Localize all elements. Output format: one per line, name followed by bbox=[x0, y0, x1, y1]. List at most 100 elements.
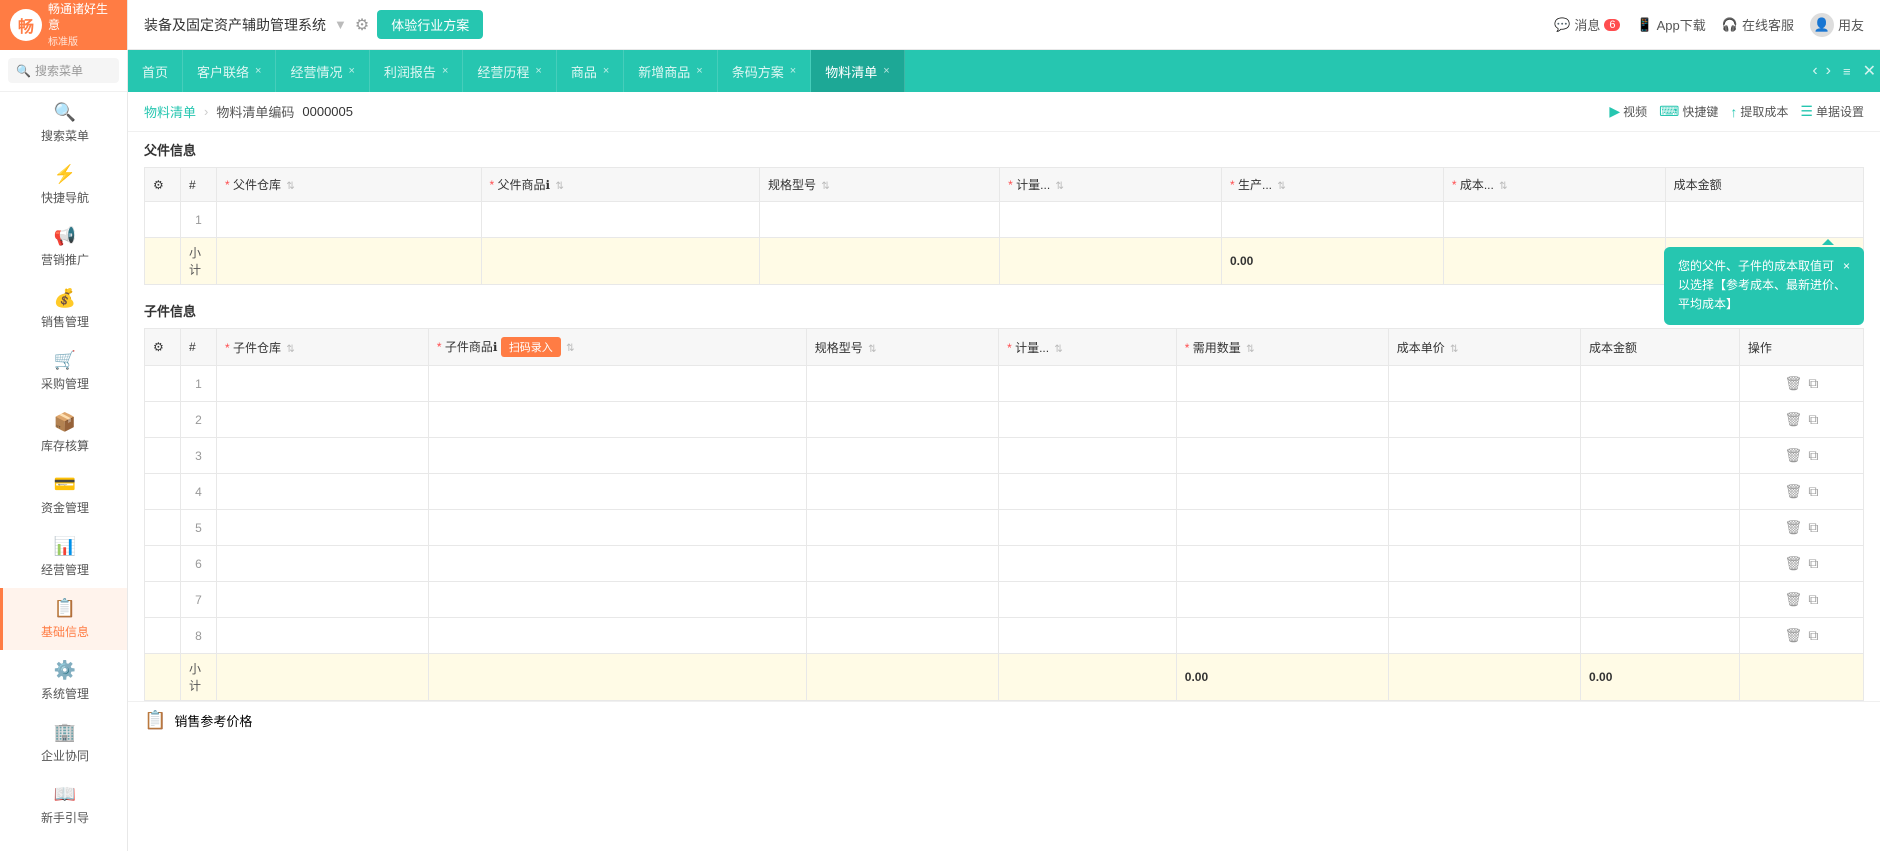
child-row-3-unit-price[interactable] bbox=[1388, 438, 1580, 474]
copy-icon-1[interactable]: ⧉ bbox=[1808, 375, 1818, 392]
copy-icon-3[interactable]: ⧉ bbox=[1808, 447, 1818, 464]
nav-tab-customer[interactable]: 客户联络 × bbox=[183, 50, 276, 92]
child-row-2-unit[interactable] bbox=[999, 402, 1177, 438]
child-row-7-unit-price[interactable] bbox=[1388, 582, 1580, 618]
child-row-1-warehouse[interactable] bbox=[217, 366, 429, 402]
breadcrumb-parent[interactable]: 物料清单 bbox=[144, 102, 196, 121]
nav-tab-close-customer[interactable]: × bbox=[255, 65, 261, 77]
child-row-3-qty[interactable] bbox=[1176, 438, 1388, 474]
gear-icon[interactable]: ⚙ bbox=[355, 15, 369, 35]
child-row-5-goods[interactable] bbox=[428, 510, 806, 546]
parent-row-1-goods[interactable] bbox=[481, 202, 759, 238]
parent-col-settings[interactable]: ⚙ bbox=[145, 168, 181, 202]
sidebar-item-finance[interactable]: 💳资金管理 bbox=[0, 464, 127, 526]
toolbar-single-setting[interactable]: ☰ 单据设置 bbox=[1800, 103, 1864, 120]
nav-tab-profit-report[interactable]: 利润报告 × bbox=[370, 50, 463, 92]
tooltip-close-button[interactable]: × bbox=[1843, 257, 1850, 276]
nav-tab-close-operation-status[interactable]: × bbox=[348, 65, 354, 77]
nav-tab-operation-history[interactable]: 经营历程 × bbox=[463, 50, 556, 92]
delete-icon-7[interactable]: 🗑 bbox=[1785, 591, 1803, 608]
copy-icon-7[interactable]: ⧉ bbox=[1808, 591, 1818, 608]
toolbar-video[interactable]: ▶ 视频 bbox=[1609, 103, 1647, 120]
parent-row-1-spec[interactable] bbox=[760, 202, 1000, 238]
message-item[interactable]: 💬 消息 6 bbox=[1554, 15, 1620, 34]
nav-tab-barcode[interactable]: 条码方案 × bbox=[718, 50, 811, 92]
sidebar-item-system[interactable]: ⚙️系统管理 bbox=[0, 650, 127, 712]
sidebar-item-marketing[interactable]: 📢营销推广 bbox=[0, 216, 127, 278]
child-row-8-unit-price[interactable] bbox=[1388, 618, 1580, 654]
sidebar-item-operation[interactable]: 📊经营管理 bbox=[0, 526, 127, 588]
child-row-6-goods[interactable] bbox=[428, 546, 806, 582]
child-row-8-goods[interactable] bbox=[428, 618, 806, 654]
child-row-1-unit-price[interactable] bbox=[1388, 366, 1580, 402]
parent-row-1-unit[interactable] bbox=[1000, 202, 1222, 238]
parent-row-1-warehouse[interactable] bbox=[217, 202, 482, 238]
child-row-6-warehouse[interactable] bbox=[217, 546, 429, 582]
child-row-4-warehouse[interactable] bbox=[217, 474, 429, 510]
child-row-4-qty[interactable] bbox=[1176, 474, 1388, 510]
child-row-6-unit[interactable] bbox=[999, 546, 1177, 582]
child-row-7-qty[interactable] bbox=[1176, 582, 1388, 618]
copy-icon-4[interactable]: ⧉ bbox=[1808, 483, 1818, 500]
nav-tab-close-barcode[interactable]: × bbox=[790, 65, 796, 77]
child-row-5-qty[interactable] bbox=[1176, 510, 1388, 546]
child-row-2-warehouse[interactable] bbox=[217, 402, 429, 438]
parent-row-1-cost[interactable] bbox=[1443, 202, 1665, 238]
child-row-7-goods[interactable] bbox=[428, 582, 806, 618]
delete-icon-2[interactable]: 🗑 bbox=[1785, 411, 1803, 428]
sidebar-search[interactable]: 🔍 搜索菜单 bbox=[0, 50, 127, 92]
child-row-5-warehouse[interactable] bbox=[217, 510, 429, 546]
child-row-8-unit[interactable] bbox=[999, 618, 1177, 654]
copy-icon-6[interactable]: ⧉ bbox=[1808, 555, 1818, 572]
trial-button[interactable]: 体验行业方案 bbox=[377, 10, 483, 39]
nav-tab-close-goods[interactable]: × bbox=[603, 65, 609, 77]
scan-button[interactable]: 扫码录入 bbox=[501, 337, 561, 357]
child-row-1-unit[interactable] bbox=[999, 366, 1177, 402]
copy-icon-8[interactable]: ⧉ bbox=[1808, 627, 1818, 644]
sidebar-item-enterprise[interactable]: 🏢企业协同 bbox=[0, 712, 127, 774]
nav-close-icon[interactable]: ✕ bbox=[1859, 61, 1880, 81]
toolbar-shortcut[interactable]: ⌨ 快捷键 bbox=[1659, 103, 1718, 120]
delete-icon-4[interactable]: 🗑 bbox=[1785, 483, 1803, 500]
nav-tab-add-goods[interactable]: 新增商品 × bbox=[624, 50, 717, 92]
nav-tab-home[interactable]: 首页 bbox=[128, 50, 183, 92]
sidebar-item-guide[interactable]: 📖新手引导 bbox=[0, 774, 127, 836]
sidebar-item-basic-info[interactable]: 📋基础信息 bbox=[0, 588, 127, 650]
nav-tab-operation-status[interactable]: 经营情况 × bbox=[276, 50, 369, 92]
child-row-1-goods[interactable] bbox=[428, 366, 806, 402]
toolbar-extract-cost[interactable]: ↑ 提取成本 bbox=[1730, 103, 1788, 120]
sidebar-item-purchase[interactable]: 🛒采购管理 bbox=[0, 340, 127, 402]
user-item[interactable]: 👤 用友 bbox=[1810, 13, 1864, 37]
child-row-5-spec[interactable] bbox=[806, 510, 998, 546]
online-service-item[interactable]: 🎧 在线客服 bbox=[1722, 15, 1794, 34]
child-row-7-unit[interactable] bbox=[999, 582, 1177, 618]
close-all-tabs[interactable]: ≡ bbox=[1835, 64, 1859, 79]
child-row-7-warehouse[interactable] bbox=[217, 582, 429, 618]
child-row-1-qty[interactable] bbox=[1176, 366, 1388, 402]
child-row-4-unit[interactable] bbox=[999, 474, 1177, 510]
child-row-2-spec[interactable] bbox=[806, 402, 998, 438]
nav-tab-close-add-goods[interactable]: × bbox=[696, 65, 702, 77]
child-row-5-unit-price[interactable] bbox=[1388, 510, 1580, 546]
child-row-1-spec[interactable] bbox=[806, 366, 998, 402]
nav-next-arrow[interactable]: › bbox=[1822, 62, 1835, 80]
delete-icon-3[interactable]: 🗑 bbox=[1785, 447, 1803, 464]
delete-icon-8[interactable]: 🗑 bbox=[1785, 627, 1803, 644]
child-row-3-unit[interactable] bbox=[999, 438, 1177, 474]
child-row-2-qty[interactable] bbox=[1176, 402, 1388, 438]
child-row-4-spec[interactable] bbox=[806, 474, 998, 510]
sidebar-item-inventory[interactable]: 📦库存核算 bbox=[0, 402, 127, 464]
delete-icon-6[interactable]: 🗑 bbox=[1785, 555, 1803, 572]
nav-tab-bom[interactable]: 物料清单 × bbox=[811, 50, 904, 92]
nav-tab-close-bom[interactable]: × bbox=[883, 65, 889, 77]
sidebar-item-quick-nav[interactable]: ⚡快捷导航 bbox=[0, 154, 127, 216]
copy-icon-2[interactable]: ⧉ bbox=[1808, 411, 1818, 428]
child-col-settings[interactable]: ⚙ bbox=[145, 329, 181, 366]
child-row-5-unit[interactable] bbox=[999, 510, 1177, 546]
sidebar-item-sales[interactable]: 💰销售管理 bbox=[0, 278, 127, 340]
sidebar-item-search[interactable]: 🔍搜索菜单 bbox=[0, 92, 127, 154]
nav-tab-goods[interactable]: 商品 × bbox=[557, 50, 624, 92]
child-row-6-qty[interactable] bbox=[1176, 546, 1388, 582]
child-row-4-goods[interactable] bbox=[428, 474, 806, 510]
nav-tab-close-operation-history[interactable]: × bbox=[535, 65, 541, 77]
